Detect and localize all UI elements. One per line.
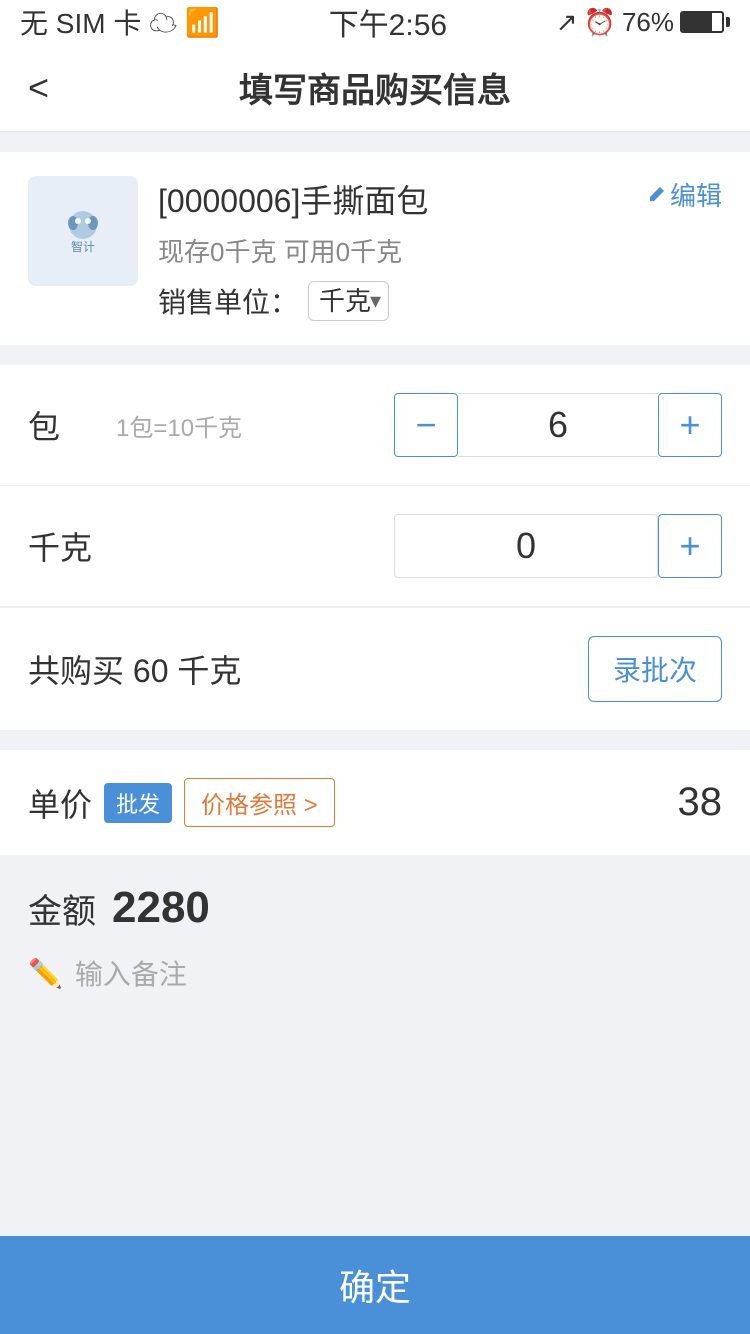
pencil-icon: ✏️ xyxy=(28,957,63,990)
price-ref-button[interactable]: 价格参照 > xyxy=(184,778,335,827)
page-title: 填写商品购买信息 xyxy=(239,63,511,112)
alarm-icon: ⏰ xyxy=(584,7,616,38)
kg-input[interactable] xyxy=(394,514,658,578)
nav-bar: < 填写商品购买信息 xyxy=(0,44,750,132)
product-name: [0000006]手撕面包 xyxy=(158,176,428,222)
summary-text: 共购买 60 千克 xyxy=(28,646,241,692)
remark-row[interactable]: ✏️ 输入备注 xyxy=(28,953,722,993)
battery-icon xyxy=(680,11,730,33)
status-right: ↗ ⏰ 76% xyxy=(556,7,730,38)
pack-hint: 1包=10千克 xyxy=(116,408,394,443)
pack-plus-button[interactable]: + xyxy=(658,393,722,457)
quantity-section: 包 1包=10千克 − + 千克 + 共购买 60 千克 录批次 xyxy=(0,365,750,730)
kg-row: 千克 + xyxy=(0,486,750,607)
kg-controls: + xyxy=(394,514,722,578)
product-unit-row: 销售单位： 千克 包 xyxy=(158,281,722,321)
remark-placeholder[interactable]: 输入备注 xyxy=(75,953,187,993)
confirm-button-label: 确定 xyxy=(339,1259,411,1311)
product-logo-icon: 智计 xyxy=(53,201,113,261)
edit-button[interactable]: 编辑 xyxy=(646,176,722,213)
kg-plus-button[interactable]: + xyxy=(658,514,722,578)
pack-controls: − + xyxy=(394,393,722,457)
pack-input[interactable] xyxy=(458,393,658,457)
unit-select[interactable]: 千克 包 xyxy=(308,281,389,321)
amount-label: 金额 xyxy=(28,884,96,933)
price-left: 单价 批发 价格参照 > xyxy=(28,778,335,827)
location-icon: ↗ xyxy=(556,7,578,38)
amount-section: 金额 2280 ✏️ 输入备注 xyxy=(0,855,750,1013)
status-bar: 无 SIM 卡 ☁ 📶 下午2:56 ↗ ⏰ 76% xyxy=(0,0,750,44)
batch-button[interactable]: 录批次 xyxy=(588,636,722,702)
price-section: 单价 批发 价格参照 > 38 xyxy=(0,750,750,855)
product-name-row: [0000006]手撕面包 编辑 xyxy=(158,176,722,222)
amount-row: 金额 2280 xyxy=(28,883,722,933)
back-button[interactable]: < xyxy=(28,67,49,109)
bottom-spacer xyxy=(0,1013,750,1111)
product-card: 智计 [0000006]手撕面包 编辑 现存0千克 可用0千克 销售单位： 千克… xyxy=(0,152,750,345)
pack-label: 包 xyxy=(28,402,108,448)
sim-label: 无 SIM 卡 ☁ xyxy=(20,2,177,42)
battery-level: 76% xyxy=(622,7,674,38)
product-info: [0000006]手撕面包 编辑 现存0千克 可用0千克 销售单位： 千克 包 xyxy=(158,176,722,321)
pack-row: 包 1包=10千克 − + xyxy=(0,365,750,486)
price-label: 单价 xyxy=(28,780,92,826)
price-row: 单价 批发 价格参照 > 38 xyxy=(28,778,722,827)
price-tag: 批发 xyxy=(104,783,172,823)
unit-select-wrapper[interactable]: 千克 包 xyxy=(298,281,389,321)
price-value: 38 xyxy=(678,780,723,825)
amount-value: 2280 xyxy=(112,883,210,933)
status-left: 无 SIM 卡 ☁ 📶 xyxy=(20,2,220,42)
unit-label: 销售单位： xyxy=(158,281,298,321)
product-image: 智计 xyxy=(28,176,138,286)
pack-minus-button[interactable]: − xyxy=(394,393,458,457)
svg-text:智计: 智计 xyxy=(71,239,95,254)
confirm-button[interactable]: 确定 xyxy=(0,1236,750,1334)
kg-label: 千克 xyxy=(28,523,108,569)
status-time: 下午2:56 xyxy=(329,0,447,44)
edit-icon xyxy=(646,185,666,205)
product-stock: 现存0千克 可用0千克 xyxy=(158,232,722,269)
wifi-icon: 📶 xyxy=(185,6,220,39)
summary-row: 共购买 60 千克 录批次 xyxy=(0,607,750,730)
